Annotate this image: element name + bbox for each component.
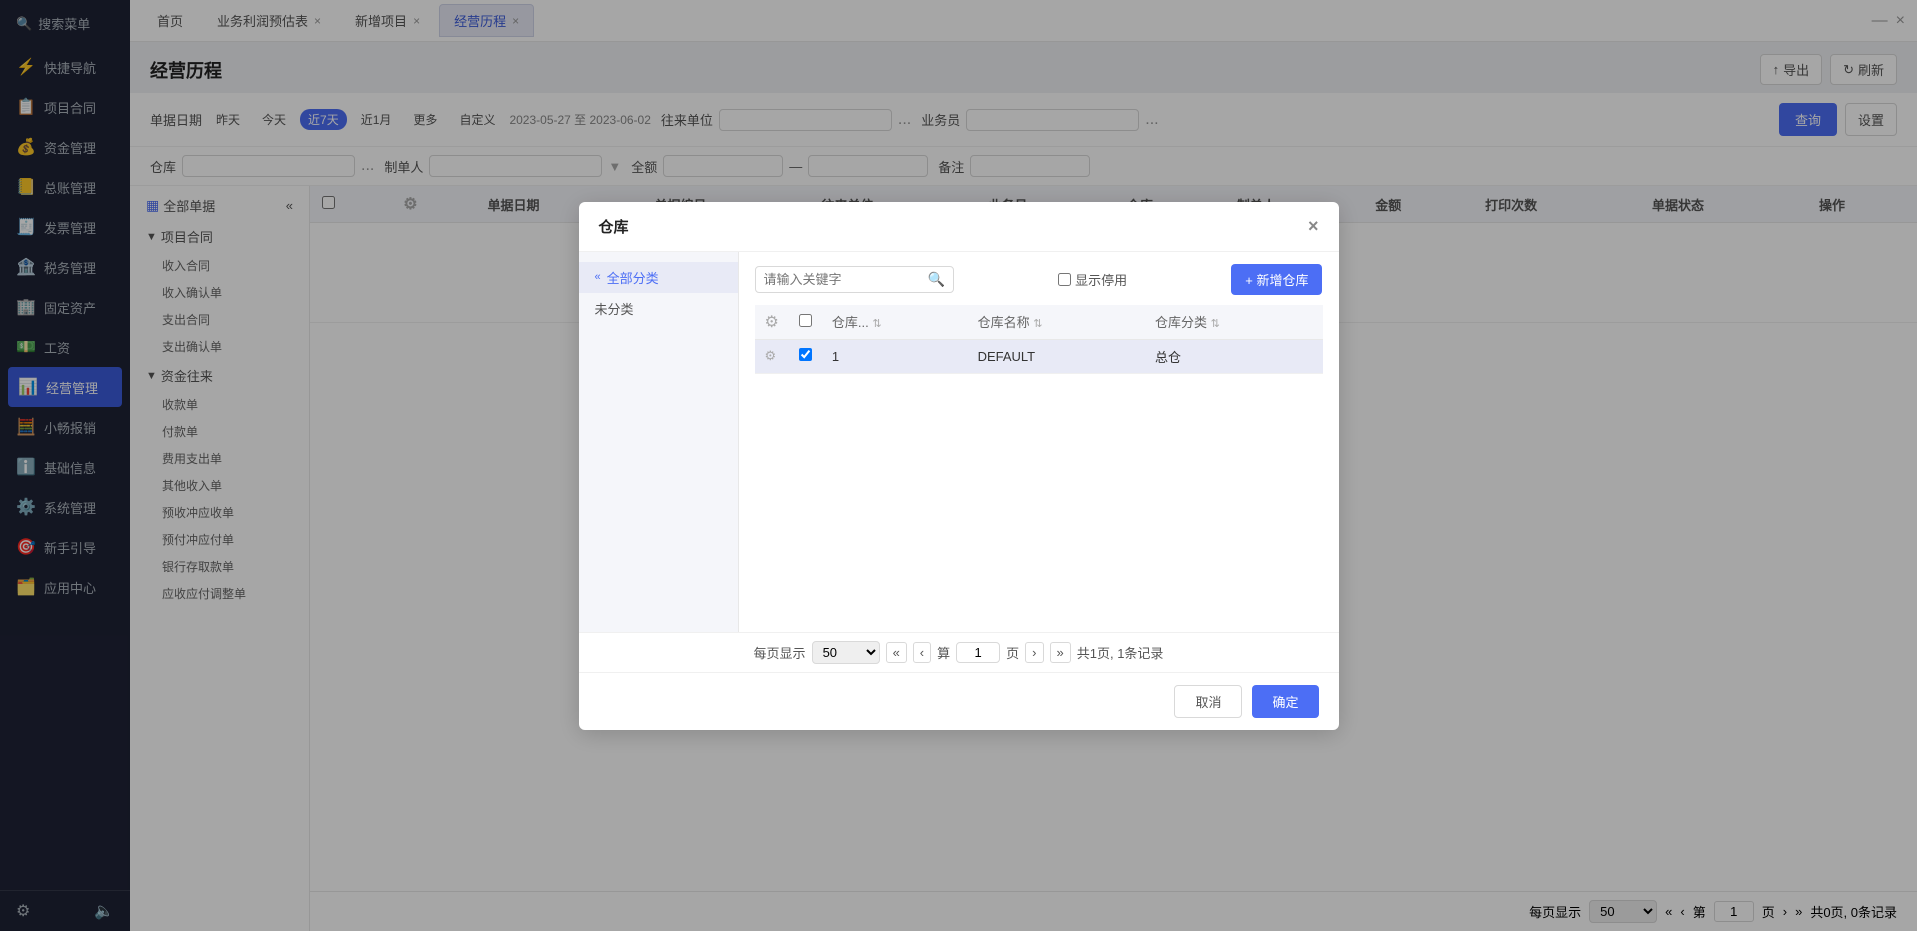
modal-content: 🔍 显示停用 + 新增仓库 ⚙ [739,252,1339,632]
modal-col-checkbox: ⚙ [755,305,789,340]
modal-gear-icon[interactable]: ⚙ [765,314,779,331]
modal-page-unit: 页 [1006,643,1019,662]
modal-per-page-select[interactable]: 50 100 [812,641,880,664]
table-row[interactable]: ⚙ 1 DEFAULT 总仓 [755,339,1323,373]
show-disabled-checkbox[interactable] [1058,273,1071,286]
modal-sidebar: « 全部分类 未分类 [579,252,739,632]
modal-page-input[interactable] [956,642,1000,663]
modal-sidebar-toggle-icon: « [595,271,601,283]
sort-category-icon[interactable]: ⇅ [1211,318,1220,330]
show-disabled-label: 显示停用 [1075,270,1127,289]
modal-toolbar: 🔍 显示停用 + 新增仓库 [755,264,1323,295]
modal-page-next[interactable]: › [1025,642,1043,663]
row-gear-cell: ⚙ [755,339,789,373]
modal-col-select [789,305,822,340]
modal-search-box: 🔍 [755,266,954,293]
modal-page-first[interactable]: « [886,642,907,663]
warehouse-modal: 仓库 × « 全部分类 未分类 🔍 显示停用 [579,202,1339,730]
modal-select-all[interactable] [799,314,812,327]
modal-col-code-label: 仓库... [832,315,869,330]
modal-search-input[interactable] [764,272,924,287]
modal-sidebar-uncategorized[interactable]: 未分类 [579,293,738,324]
modal-header: 仓库 × [579,202,1339,252]
modal-col-name: 仓库名称 ⇅ [968,305,1145,340]
row-name: 总仓 [1155,350,1181,365]
sort-name-icon[interactable]: ⇅ [1033,318,1042,330]
modal-sidebar-uncategorized-label: 未分类 [595,299,634,318]
modal-per-page-label: 每页显示 [754,643,806,662]
modal-page-last[interactable]: » [1050,642,1071,663]
row-code: DEFAULT [978,349,1036,364]
modal-sidebar-all-label: 全部分类 [607,268,659,287]
modal-search-icon: 🔍 [928,271,945,288]
modal-close-button[interactable]: × [1308,217,1319,235]
row-checkbox[interactable] [799,348,812,361]
modal-actions: 取消 确定 [579,672,1339,730]
modal-pagination-bar: 每页显示 50 100 « ‹ 算 页 › » 共1页, 1条记录 [579,632,1339,672]
modal-page-label: 算 [937,643,950,662]
show-disabled-checkbox-label[interactable]: 显示停用 [1058,270,1127,289]
modal-col-code: 仓库... ⇅ [822,305,968,340]
modal-col-category: 仓库分类 ⇅ [1145,305,1322,340]
modal-cancel-button[interactable]: 取消 [1174,685,1242,718]
modal-table: ⚙ 仓库... ⇅ 仓库名称 ⇅ [755,305,1323,374]
row-num-cell: 1 [822,339,968,373]
sort-code-icon[interactable]: ⇅ [872,318,881,330]
row-code-cell: DEFAULT [968,339,1145,373]
modal-total-records: 共1页, 1条记录 [1077,643,1164,662]
modal-col-category-label: 仓库分类 [1155,315,1207,330]
modal-body: « 全部分类 未分类 🔍 显示停用 + 新增仓库 [579,252,1339,632]
modal-col-name-label: 仓库名称 [978,315,1030,330]
modal-page-prev[interactable]: ‹ [913,642,931,663]
row-name-cell: 总仓 [1145,339,1322,373]
modal-confirm-button[interactable]: 确定 [1252,685,1318,718]
row-checkbox-cell [789,339,822,373]
row-gear-icon: ⚙ [765,348,777,363]
modal-table-container: ⚙ 仓库... ⇅ 仓库名称 ⇅ [755,305,1323,620]
modal-sidebar-all-category[interactable]: « 全部分类 [579,262,738,293]
add-warehouse-button[interactable]: + 新增仓库 [1231,264,1322,295]
row-num: 1 [832,349,839,364]
modal-title: 仓库 [599,216,629,237]
